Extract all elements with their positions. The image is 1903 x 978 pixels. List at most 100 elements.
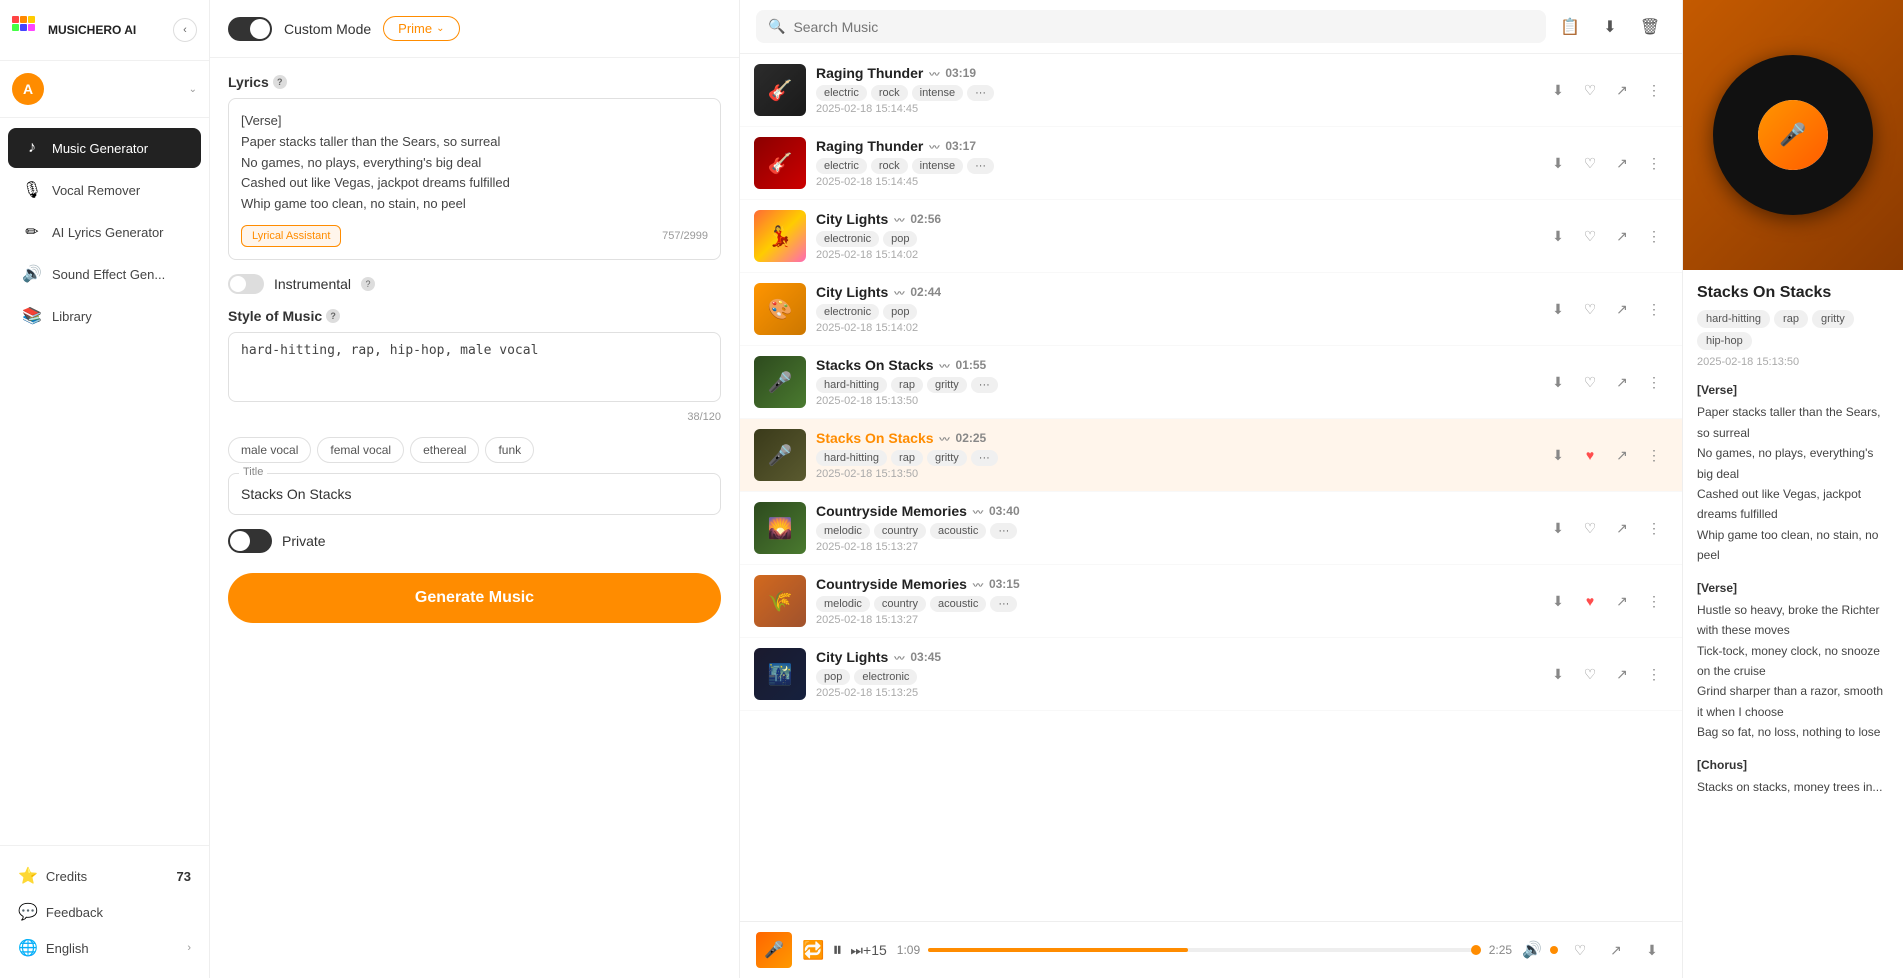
track-more-button[interactable]: ⋮ bbox=[1640, 587, 1668, 615]
style-input[interactable]: hard-hitting, rap, hip-hop, male vocal bbox=[228, 332, 721, 402]
track-more-button[interactable]: ⋮ bbox=[1640, 222, 1668, 250]
title-input[interactable] bbox=[229, 474, 720, 514]
track-name: Countryside Memories 〰 03:40 bbox=[816, 503, 1534, 519]
volume-icon[interactable]: 🔊 bbox=[1522, 940, 1542, 960]
track-more-button[interactable]: ⋮ bbox=[1640, 441, 1668, 469]
download-all-icon[interactable]: ⬇ bbox=[1594, 11, 1626, 43]
track-duration: 03:19 bbox=[945, 66, 976, 80]
clipboard-icon[interactable]: 📋 bbox=[1554, 11, 1586, 43]
delete-all-icon[interactable]: 🗑 bbox=[1634, 11, 1666, 43]
custom-mode-toggle[interactable] bbox=[228, 17, 272, 41]
track-download-button[interactable]: ⬇ bbox=[1544, 368, 1572, 396]
track-like-button[interactable]: ♡ bbox=[1576, 514, 1604, 542]
track-like-button[interactable]: ♡ bbox=[1576, 660, 1604, 688]
track-more-button[interactable]: ⋮ bbox=[1640, 76, 1668, 104]
player-like-button[interactable]: ♡ bbox=[1566, 936, 1594, 964]
track-tag: hard-hitting bbox=[816, 450, 887, 466]
language-item[interactable]: 🌐 English › bbox=[8, 930, 201, 966]
prime-badge[interactable]: Prime ⌄ bbox=[383, 16, 459, 41]
track-like-button[interactable]: ♡ bbox=[1576, 222, 1604, 250]
user-section[interactable]: A ⌄ bbox=[0, 61, 209, 118]
track-download-button[interactable]: ⬇ bbox=[1544, 660, 1572, 688]
track-item[interactable]: 🎸 Raging Thunder 〰 03:19 electric rock i… bbox=[740, 54, 1682, 127]
track-date: 2025-02-18 15:14:02 bbox=[816, 322, 1534, 334]
lyrics-box[interactable]: [Verse] Paper stacks taller than the Sea… bbox=[228, 98, 721, 260]
lyrical-assistant-button[interactable]: Lyrical Assistant bbox=[241, 225, 341, 247]
player-share-button[interactable]: ↗ bbox=[1602, 936, 1630, 964]
tag-male-vocal[interactable]: male vocal bbox=[228, 437, 311, 463]
pause-button[interactable]: ⏸ bbox=[832, 939, 842, 962]
tag-ethereal[interactable]: ethereal bbox=[410, 437, 479, 463]
track-download-button[interactable]: ⬇ bbox=[1544, 295, 1572, 323]
tag-femal-vocal[interactable]: femal vocal bbox=[317, 437, 404, 463]
back-button[interactable]: ‹ bbox=[173, 18, 197, 42]
track-like-button[interactable]: ♡ bbox=[1576, 149, 1604, 177]
track-tag-more: ··· bbox=[971, 377, 998, 393]
private-toggle[interactable] bbox=[228, 529, 272, 553]
instrumental-info-icon[interactable]: ? bbox=[361, 277, 375, 291]
track-item[interactable]: 🌾 Countryside Memories 〰 03:15 melodic c… bbox=[740, 565, 1682, 638]
feedback-item[interactable]: 💬 Feedback bbox=[8, 894, 201, 930]
lyrics-info-icon[interactable]: ? bbox=[273, 75, 287, 89]
track-tags: electric rock intense ··· bbox=[816, 85, 1534, 101]
track-share-button[interactable]: ↗ bbox=[1608, 441, 1636, 469]
sidebar-bottom: ⭐ Credits 73 💬 Feedback 🌐 English › bbox=[0, 845, 209, 978]
track-like-button[interactable]: ♥ bbox=[1576, 587, 1604, 615]
instrumental-toggle[interactable] bbox=[228, 274, 264, 294]
track-item[interactable]: 🌄 Countryside Memories 〰 03:40 melodic c… bbox=[740, 492, 1682, 565]
track-like-button[interactable]: ♡ bbox=[1576, 295, 1604, 323]
forward-button[interactable]: ⏭+15 bbox=[850, 942, 886, 959]
credits-item[interactable]: ⭐ Credits 73 bbox=[8, 858, 201, 894]
track-share-button[interactable]: ↗ bbox=[1608, 587, 1636, 615]
track-download-button[interactable]: ⬇ bbox=[1544, 149, 1572, 177]
track-download-button[interactable]: ⬇ bbox=[1544, 514, 1572, 542]
search-input[interactable] bbox=[793, 19, 1534, 35]
track-like-button[interactable]: ♡ bbox=[1576, 76, 1604, 104]
track-thumbnail: 🌾 bbox=[754, 575, 806, 627]
track-like-button[interactable]: ♥ bbox=[1576, 441, 1604, 469]
prime-label: Prime bbox=[398, 21, 432, 36]
track-tag: electric bbox=[816, 85, 867, 101]
track-more-button[interactable]: ⋮ bbox=[1640, 295, 1668, 323]
track-item[interactable]: 🌃 City Lights 〰 03:45 pop electronic 202… bbox=[740, 638, 1682, 711]
credits-count: 73 bbox=[177, 869, 191, 884]
track-share-button[interactable]: ↗ bbox=[1608, 368, 1636, 396]
track-share-button[interactable]: ↗ bbox=[1608, 295, 1636, 323]
track-more-button[interactable]: ⋮ bbox=[1640, 660, 1668, 688]
track-download-button[interactable]: ⬇ bbox=[1544, 76, 1572, 104]
track-download-button[interactable]: ⬇ bbox=[1544, 587, 1572, 615]
music-generator-icon: ♪ bbox=[22, 138, 42, 158]
track-share-button[interactable]: ↗ bbox=[1608, 514, 1636, 542]
generate-music-button[interactable]: Generate Music bbox=[228, 573, 721, 623]
player-download-button[interactable]: ⬇ bbox=[1638, 936, 1666, 964]
nav-item-ai-lyrics[interactable]: ✏ AI Lyrics Generator bbox=[8, 212, 201, 252]
track-share-button[interactable]: ↗ bbox=[1608, 76, 1636, 104]
track-share-button[interactable]: ↗ bbox=[1608, 660, 1636, 688]
private-row: Private bbox=[228, 529, 721, 553]
track-like-button[interactable]: ♡ bbox=[1576, 368, 1604, 396]
track-share-button[interactable]: ↗ bbox=[1608, 222, 1636, 250]
progress-bar[interactable] bbox=[928, 948, 1481, 952]
track-share-button[interactable]: ↗ bbox=[1608, 149, 1636, 177]
nav-item-library[interactable]: 📚 Library bbox=[8, 296, 201, 336]
track-item[interactable]: 🎤 Stacks On Stacks 〰 02:25 hard-hitting … bbox=[740, 419, 1682, 492]
nav-item-sound-effect[interactable]: 🔊 Sound Effect Gen... bbox=[8, 254, 201, 294]
repeat-button[interactable]: 🔁 bbox=[802, 940, 824, 961]
track-download-button[interactable]: ⬇ bbox=[1544, 222, 1572, 250]
track-more-button[interactable]: ⋮ bbox=[1640, 149, 1668, 177]
track-item[interactable]: 🎸 Raging Thunder 〰 03:17 electric rock i… bbox=[740, 127, 1682, 200]
track-item[interactable]: 💃 City Lights 〰 02:56 electronic pop 202… bbox=[740, 200, 1682, 273]
nav-item-music-generator[interactable]: ♪ Music Generator bbox=[8, 128, 201, 168]
nav-item-vocal-remover[interactable]: 🎙 Vocal Remover bbox=[8, 170, 201, 210]
track-download-button[interactable]: ⬇ bbox=[1544, 441, 1572, 469]
instrumental-label: Instrumental bbox=[274, 276, 351, 292]
tag-funk[interactable]: funk bbox=[485, 437, 534, 463]
right-tag: gritty bbox=[1812, 310, 1854, 328]
style-char-count: 38/120 bbox=[687, 411, 721, 423]
track-item[interactable]: 🎨 City Lights 〰 02:44 electronic pop 202… bbox=[740, 273, 1682, 346]
track-item[interactable]: 🎤 Stacks On Stacks 〰 01:55 hard-hitting … bbox=[740, 346, 1682, 419]
track-more-button[interactable]: ⋮ bbox=[1640, 368, 1668, 396]
progress-area: 1:09 2:25 bbox=[897, 943, 1512, 957]
style-info-icon[interactable]: ? bbox=[326, 309, 340, 323]
track-more-button[interactable]: ⋮ bbox=[1640, 514, 1668, 542]
